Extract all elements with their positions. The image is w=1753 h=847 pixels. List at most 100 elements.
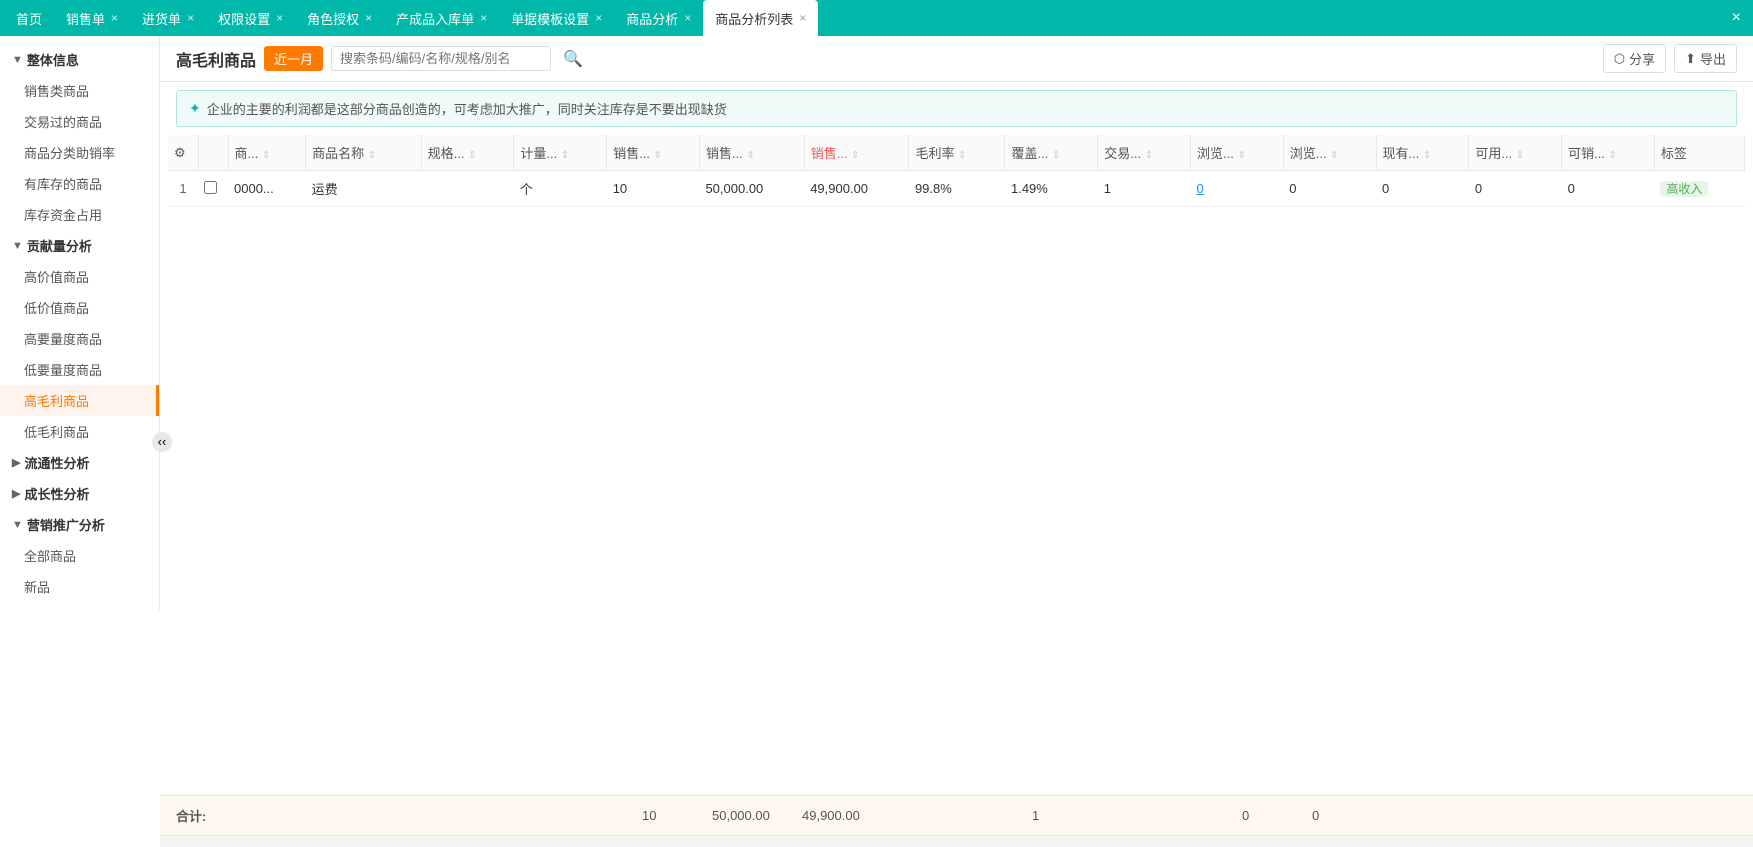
export-icon: ⬆	[1685, 51, 1696, 67]
close-icon[interactable]: ×	[480, 11, 487, 25]
row-saleable: 0	[1562, 171, 1655, 207]
nav-tab-home[interactable]: 首页	[4, 0, 54, 36]
main-layout: ▼ 整体信息 销售类商品 交易过的商品 商品分类助销率 有库存的商品 库存资金占…	[0, 36, 1753, 847]
col-sales-qty[interactable]: 销售... ⇕	[607, 135, 700, 171]
nav-tab-permission[interactable]: 权限设置 ×	[206, 0, 295, 36]
sidebar-group-marketing[interactable]: ▼ 营销推广分析	[0, 509, 159, 540]
table-row: 1 0000... 运费 个 10 50,000.00 49,900.00 99…	[168, 171, 1745, 207]
content-area: 高毛利商品 近一月 🔍 ⬡ 分享 ⬆ 导出 ✦ 企业的主要的利润都是这部分商品创…	[160, 36, 1753, 847]
close-icon[interactable]: ×	[187, 11, 194, 25]
filter-recent-month-button[interactable]: 近一月	[264, 46, 323, 71]
row-checkbox[interactable]	[198, 171, 228, 207]
row-tag: 高收入	[1654, 171, 1744, 207]
share-icon: ⬡	[1614, 51, 1625, 67]
close-icon[interactable]: ×	[684, 11, 691, 25]
sidebar-group-overall[interactable]: ▼ 整体信息	[0, 44, 159, 75]
sidebar-item-low-value[interactable]: 低价值商品	[0, 292, 159, 323]
sidebar-collapse-button[interactable]: ‹‹	[152, 432, 172, 452]
sidebar-item-in-stock[interactable]: 有库存的商品	[0, 168, 159, 199]
col-view2[interactable]: 浏览... ⇕	[1283, 135, 1376, 171]
page-title: 高毛利商品	[176, 47, 256, 71]
tag-badge: 高收入	[1660, 181, 1708, 197]
col-view1[interactable]: 浏览... ⇕	[1191, 135, 1284, 171]
col-settings[interactable]: ⚙	[168, 135, 198, 171]
table-wrapper[interactable]: ⚙ 商... ⇕ 商品名称 ⇕ 规格... ⇕ 计量... ⇕ 销售... ⇕ …	[160, 135, 1753, 795]
content-header: 高毛利商品 近一月 🔍 ⬡ 分享 ⬆ 导出	[160, 36, 1753, 82]
close-icon[interactable]: ×	[111, 11, 118, 25]
sidebar-item-low-margin[interactable]: 低毛利商品	[0, 416, 159, 447]
row-spec	[421, 171, 514, 207]
col-coverage[interactable]: 覆盖... ⇕	[1005, 135, 1098, 171]
export-button[interactable]: ⬆ 导出	[1674, 44, 1737, 73]
footer-sales-amount: 50,000.00	[706, 808, 796, 823]
nav-tab-sales[interactable]: 销售单 ×	[54, 0, 130, 36]
sidebar-group-growth[interactable]: ▶ 成长性分析	[0, 478, 159, 509]
window-close-button[interactable]: ×	[1724, 9, 1749, 27]
footer-current: 0	[1236, 808, 1306, 823]
row-coverage: 1.49%	[1005, 171, 1098, 207]
col-checkbox	[198, 135, 228, 171]
col-gross-margin[interactable]: 毛利率 ⇕	[909, 135, 1005, 171]
col-unit[interactable]: 计量... ⇕	[514, 135, 607, 171]
sidebar-item-high-value[interactable]: 高价值商品	[0, 261, 159, 292]
chevron-left-icon: ‹‹	[158, 434, 167, 449]
row-view2: 0	[1283, 171, 1376, 207]
footer-total: 合计: 10 50,000.00 49,900.00 1 0 0	[160, 795, 1753, 835]
sidebar: ▼ 整体信息 销售类商品 交易过的商品 商品分类助销率 有库存的商品 库存资金占…	[0, 36, 160, 610]
row-available: 0	[1469, 171, 1562, 207]
footer-sales-qty: 10	[636, 808, 706, 823]
sidebar-group-contribution[interactable]: ▼ 贡献量分析	[0, 230, 159, 261]
nav-tab-product-analysis-list[interactable]: 商品分析列表 ×	[703, 0, 818, 36]
col-name[interactable]: 商品名称 ⇕	[306, 135, 422, 171]
sidebar-item-traded-products[interactable]: 交易过的商品	[0, 106, 159, 137]
close-icon[interactable]: ×	[365, 11, 372, 25]
col-spec[interactable]: 规格... ⇕	[421, 135, 514, 171]
row-trade: 1	[1098, 171, 1191, 207]
chevron-down-icon: ▼	[12, 240, 23, 252]
nav-tab-purchase[interactable]: 进货单 ×	[130, 0, 206, 36]
col-tag[interactable]: 标签	[1654, 135, 1744, 171]
product-table: ⚙ 商... ⇕ 商品名称 ⇕ 规格... ⇕ 计量... ⇕ 销售... ⇕ …	[168, 135, 1745, 207]
chevron-down-icon: ▼	[12, 519, 23, 531]
search-input[interactable]	[331, 46, 551, 71]
nav-tab-product-analysis[interactable]: 商品分析 ×	[614, 0, 703, 36]
footer-label: 合计:	[176, 806, 256, 825]
close-icon[interactable]: ×	[595, 11, 602, 25]
nav-tab-production[interactable]: 产成品入库单 ×	[384, 0, 499, 36]
sidebar-item-category-sales-rate[interactable]: 商品分类助销率	[0, 137, 159, 168]
close-icon[interactable]: ×	[799, 11, 806, 25]
col-trade[interactable]: 交易... ⇕	[1098, 135, 1191, 171]
footer-sales-profit: 49,900.00	[796, 808, 886, 823]
col-current[interactable]: 现有... ⇕	[1376, 135, 1469, 171]
footer-trade: 1	[1026, 808, 1096, 823]
sidebar-item-sales-products[interactable]: 销售类商品	[0, 75, 159, 106]
sidebar-item-all-products[interactable]: 全部商品	[0, 540, 159, 571]
close-icon[interactable]: ×	[276, 11, 283, 25]
col-sales-amount[interactable]: 销售... ⇕	[699, 135, 804, 171]
sidebar-item-high-demand[interactable]: 高要量度商品	[0, 323, 159, 354]
sidebar-item-high-margin[interactable]: 高毛利商品	[0, 385, 159, 416]
chevron-down-icon: ▼	[12, 54, 23, 66]
sidebar-item-new-products[interactable]: 新品	[0, 571, 159, 602]
info-icon: ✦	[189, 100, 201, 117]
footer-available: 0	[1306, 808, 1376, 823]
chevron-right-icon: ▶	[12, 487, 20, 500]
col-code[interactable]: 商... ⇕	[228, 135, 306, 171]
row-gross-margin: 99.8%	[909, 171, 1005, 207]
col-available[interactable]: 可用... ⇕	[1469, 135, 1562, 171]
horizontal-scrollbar[interactable]	[160, 835, 1753, 847]
search-button[interactable]: 🔍	[559, 47, 587, 71]
sidebar-item-stock-capital[interactable]: 库存资金占用	[0, 199, 159, 230]
table-header-row: ⚙ 商... ⇕ 商品名称 ⇕ 规格... ⇕ 计量... ⇕ 销售... ⇕ …	[168, 135, 1745, 171]
col-saleable[interactable]: 可销... ⇕	[1562, 135, 1655, 171]
table-body: 1 0000... 运费 个 10 50,000.00 49,900.00 99…	[168, 171, 1745, 207]
row-view1[interactable]: 0	[1191, 171, 1284, 207]
nav-tab-template[interactable]: 单据模板设置 ×	[499, 0, 614, 36]
share-button[interactable]: ⬡ 分享	[1603, 44, 1666, 73]
row-code[interactable]: 0000...	[228, 171, 306, 207]
sidebar-item-low-demand[interactable]: 低要量度商品	[0, 354, 159, 385]
col-sales-profit[interactable]: 销售... ⇕	[804, 135, 909, 171]
top-nav: 首页 销售单 × 进货单 × 权限设置 × 角色授权 × 产成品入库单 × 单据…	[0, 0, 1753, 36]
nav-tab-role[interactable]: 角色授权 ×	[295, 0, 384, 36]
sidebar-group-circulation[interactable]: ▶ 流通性分析	[0, 447, 159, 478]
